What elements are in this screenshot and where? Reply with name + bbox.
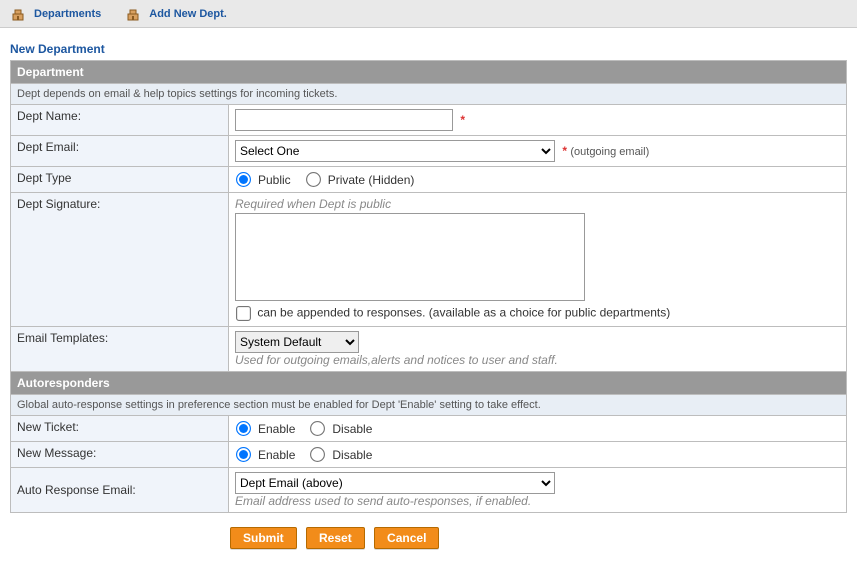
new-message-disable-label: Disable — [332, 448, 372, 462]
dept-email-hint: (outgoing email) — [570, 146, 649, 158]
section-sub-autoresponders: Global auto-response settings in prefere… — [11, 395, 847, 416]
signature-required-hint: Required when Dept is public — [235, 197, 840, 211]
label-email-templates: Email Templates: — [11, 327, 229, 372]
new-message-disable-radio[interactable] — [310, 447, 325, 462]
new-ticket-enable-radio[interactable] — [236, 421, 251, 436]
nav-add-dept[interactable]: Add New Dept. — [125, 6, 227, 22]
nav-add-dept-label: Add New Dept. — [149, 8, 227, 20]
section-sub-department: Dept depends on email & help topics sett… — [11, 84, 847, 105]
section-heading-department: Department — [11, 61, 847, 84]
label-dept-type: Dept Type — [11, 167, 229, 193]
dept-signature-textarea[interactable] — [235, 213, 585, 301]
new-ticket-enable-label: Enable — [258, 422, 295, 436]
new-message-enable-label: Enable — [258, 448, 295, 462]
dept-type-public-radio[interactable] — [236, 172, 251, 187]
new-message-enable-radio[interactable] — [236, 447, 251, 462]
cancel-button[interactable]: Cancel — [374, 527, 439, 549]
button-row: Submit Reset Cancel — [10, 513, 847, 549]
submit-button[interactable]: Submit — [230, 527, 297, 549]
required-marker: * — [562, 144, 567, 158]
dept-type-public-label: Public — [258, 173, 291, 187]
department-form-table: Department Dept depends on email & help … — [10, 60, 847, 513]
signature-append-checkbox[interactable] — [236, 306, 251, 321]
nav-departments[interactable]: Departments — [10, 6, 101, 22]
reset-button[interactable]: Reset — [306, 527, 365, 549]
dept-type-private-radio[interactable] — [306, 172, 321, 187]
label-dept-email: Dept Email: — [11, 136, 229, 167]
nav-departments-label: Departments — [34, 8, 101, 20]
new-ticket-disable-label: Disable — [332, 422, 372, 436]
dept-icon — [10, 6, 26, 22]
email-templates-hint: Used for outgoing emails,alerts and noti… — [235, 353, 840, 367]
section-heading-autoresponders: Autoresponders — [11, 372, 847, 395]
required-marker: * — [460, 113, 465, 127]
auto-response-email-select[interactable]: Dept Email (above) — [235, 472, 555, 494]
label-new-ticket: New Ticket: — [11, 416, 229, 442]
dept-type-private-label: Private (Hidden) — [328, 173, 415, 187]
page-title: New Department — [10, 42, 847, 56]
dept-email-select[interactable]: Select One — [235, 140, 555, 162]
label-new-message: New Message: — [11, 442, 229, 468]
auto-response-email-hint: Email address used to send auto-response… — [235, 494, 840, 508]
dept-icon — [125, 6, 141, 22]
label-auto-response-email: Auto Response Email: — [11, 468, 229, 513]
signature-append-label: can be appended to responses. (available… — [257, 306, 670, 320]
email-templates-select[interactable]: System Default — [235, 331, 359, 353]
label-dept-signature: Dept Signature: — [11, 193, 229, 327]
new-ticket-disable-radio[interactable] — [310, 421, 325, 436]
label-dept-name: Dept Name: — [11, 105, 229, 136]
dept-name-input[interactable] — [235, 109, 453, 131]
top-nav: Departments Add New Dept. — [0, 0, 857, 28]
